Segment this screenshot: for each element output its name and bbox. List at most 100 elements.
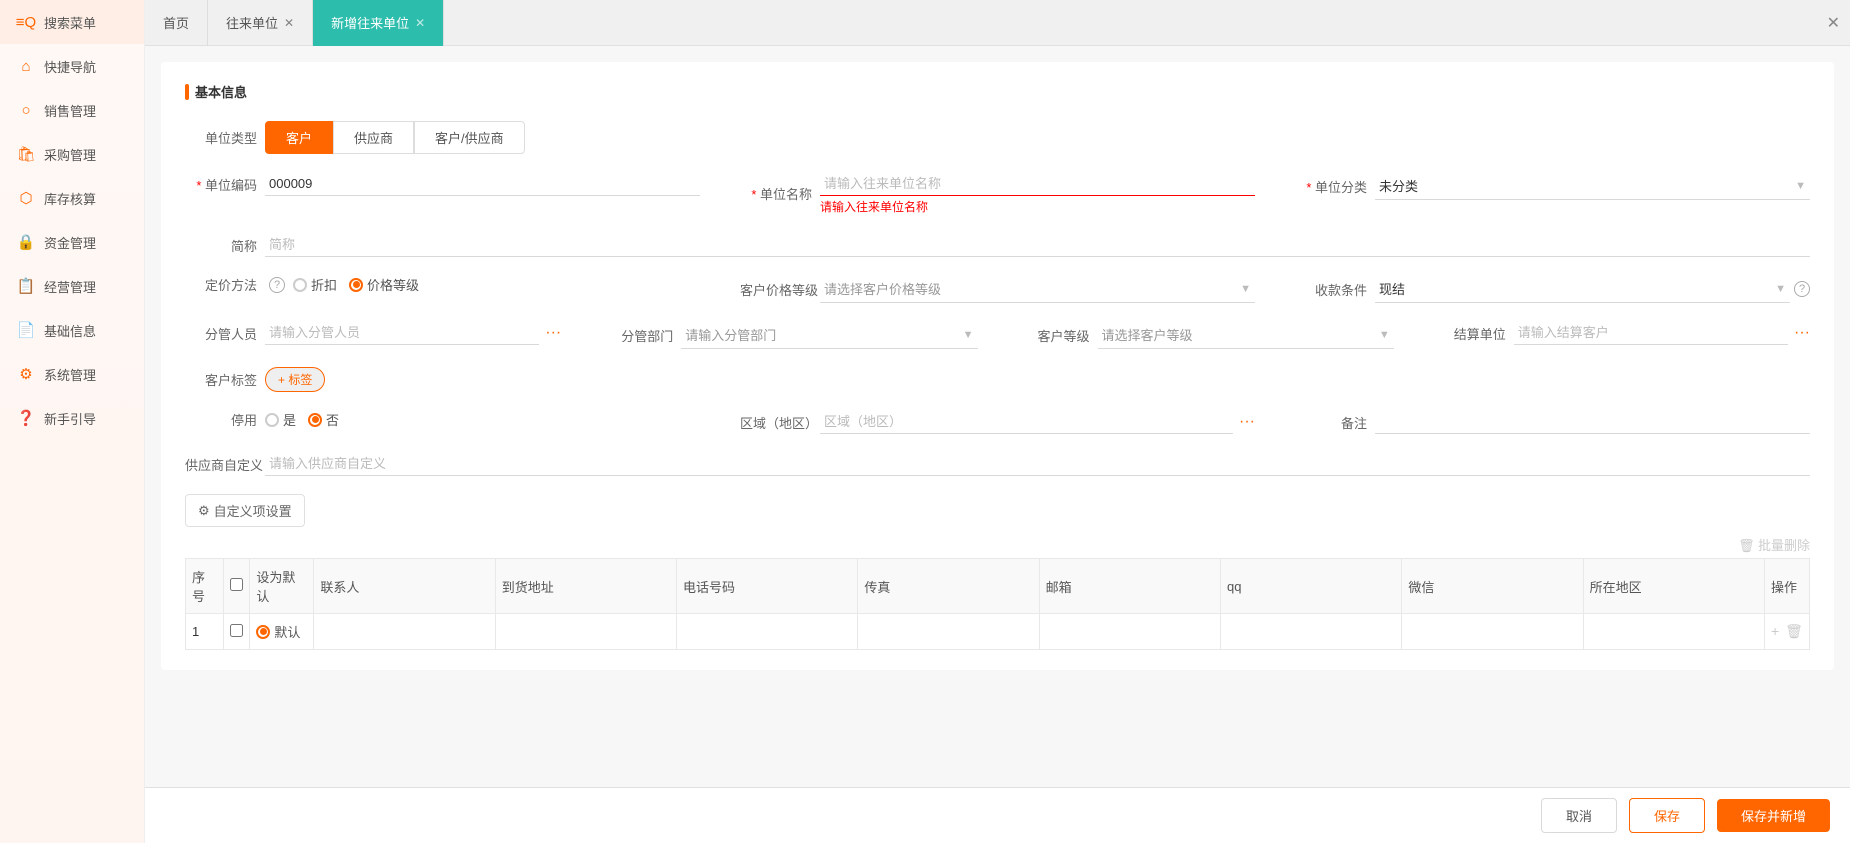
sidebar-item-finance[interactable]: 🔒 资金管理 — [0, 220, 144, 264]
sidebar-item-label: 库存核算 — [44, 189, 96, 208]
batch-delete-label: 批量删除 — [1758, 538, 1810, 553]
col-address: 到货地址 — [495, 559, 676, 614]
form-content: 基本信息 单位类型 客户 供应商 客户/供应商 单位编码 单位名称 — [145, 46, 1850, 787]
tab-new-partner-close[interactable]: ✕ — [415, 16, 425, 30]
tab-home[interactable]: 首页 — [145, 0, 208, 46]
btn-supplier[interactable]: 供应商 — [333, 121, 414, 154]
field-department: 分管部门 请输入分管部门 ▼ — [601, 321, 977, 349]
customer-price-level-select[interactable]: 请选择客户价格等级 ▼ — [820, 275, 1255, 303]
supplier-custom-input[interactable] — [265, 452, 1810, 476]
sidebar-item-sales[interactable]: ○ 销售管理 — [0, 88, 144, 132]
field-unit-name: 单位名称 请输入往来单位名称 — [740, 172, 1255, 215]
unit-category-select[interactable]: 未分类 ▼ — [1375, 172, 1810, 200]
region-input[interactable] — [820, 410, 1233, 434]
manager-input[interactable] — [265, 321, 539, 345]
close-all-tabs-icon[interactable]: ✕ — [1827, 13, 1840, 33]
sidebar-item-label: 搜索菜单 — [44, 13, 96, 32]
select-all-checkbox[interactable] — [230, 578, 243, 591]
settlement-unit-more-icon[interactable]: ··· — [1794, 324, 1810, 342]
cell-default: 默认 — [250, 614, 314, 650]
tab-new-partner[interactable]: 新增往来单位 ✕ — [313, 0, 444, 46]
sidebar-item-label: 新手引导 — [44, 409, 96, 428]
remark-input[interactable] — [1375, 410, 1810, 434]
pricing-help-icon[interactable]: ? — [269, 277, 285, 293]
sidebar-item-shortcut[interactable]: ⌂ 快捷导航 — [0, 44, 144, 88]
table-body: 1 默认 — [186, 614, 1810, 650]
radio-yes-circle — [265, 413, 279, 427]
field-tags: 客户标签 + 标签 — [185, 367, 1810, 392]
region-more-icon[interactable]: ··· — [1239, 413, 1255, 431]
section-title-bar — [185, 84, 189, 100]
manager-more-icon[interactable]: ··· — [545, 324, 561, 342]
sidebar-item-basic[interactable]: 📄 基础信息 — [0, 308, 144, 352]
sidebar-item-label: 采购管理 — [44, 145, 96, 164]
field-manager: 分管人员 ··· — [185, 321, 561, 345]
row-disabled-region: 停用 是 否 区域（地区） ··· — [185, 410, 1810, 434]
phone-input[interactable] — [683, 624, 851, 639]
sidebar-item-operation[interactable]: 📋 经营管理 — [0, 264, 144, 308]
radio-yes[interactable]: 是 — [265, 410, 296, 429]
row-pricing: 定价方法 ? 折扣 价格等级 客户价格等级 — [185, 275, 1810, 303]
btn-both[interactable]: 客户/供应商 — [414, 121, 525, 154]
email-input[interactable] — [1046, 624, 1214, 639]
payment-terms-value: 现结 — [1379, 279, 1771, 298]
save-button[interactable]: 保存 — [1629, 798, 1705, 833]
cell-contact — [314, 614, 495, 650]
customer-price-level-placeholder: 请选择客户价格等级 — [824, 279, 1236, 298]
field-supplier-custom: 供应商自定义 — [185, 452, 1810, 476]
col-contact: 联系人 — [314, 559, 495, 614]
radio-discount[interactable]: 折扣 — [293, 275, 337, 294]
contact-input[interactable] — [320, 624, 488, 639]
qq-input[interactable] — [1227, 624, 1395, 639]
section-title-text: 基本信息 — [195, 82, 247, 101]
btn-customer[interactable]: 客户 — [265, 121, 333, 154]
unit-code-input[interactable] — [265, 172, 700, 196]
payment-terms-help-icon[interactable]: ? — [1794, 281, 1810, 297]
batch-delete-button[interactable]: 🗑 批量删除 — [1738, 535, 1810, 554]
settlement-unit-input[interactable] — [1514, 321, 1788, 345]
payment-terms-label: 收款条件 — [1295, 280, 1367, 299]
unit-name-label: 单位名称 — [740, 184, 812, 203]
cell-checkbox — [224, 614, 250, 650]
inventory-icon: ⬡ — [16, 188, 36, 208]
add-row-icon[interactable]: + — [1771, 623, 1779, 640]
sidebar-item-inventory[interactable]: ⬡ 库存核算 — [0, 176, 144, 220]
add-tag-button[interactable]: + 标签 — [265, 367, 325, 392]
contact-table: 序号 设为默认 联系人 到货地址 电话号码 传真 邮箱 qq 微信 所在地区 操… — [185, 558, 1810, 650]
unit-name-input[interactable] — [820, 172, 1255, 196]
sidebar-item-label: 经营管理 — [44, 277, 96, 296]
row-tags: 客户标签 + 标签 — [185, 367, 1810, 392]
address-input[interactable] — [502, 624, 670, 639]
custom-settings-button[interactable]: ⚙ 自定义项设置 — [185, 494, 305, 527]
tab-partner-close[interactable]: ✕ — [284, 16, 294, 30]
delete-row-icon[interactable]: 🗑 — [1785, 623, 1803, 640]
customer-level-select[interactable]: 请选择客户等级 ▼ — [1098, 321, 1394, 349]
unit-category-value: 未分类 — [1379, 176, 1791, 195]
purchase-icon: 🛍 — [16, 144, 36, 164]
department-select[interactable]: 请输入分管部门 ▼ — [681, 321, 977, 349]
sidebar-item-guide[interactable]: ❓ 新手引导 — [0, 396, 144, 440]
sidebar-item-label: 销售管理 — [44, 101, 96, 120]
unit-category-label: 单位分类 — [1295, 177, 1367, 196]
col-action: 操作 — [1764, 559, 1809, 614]
sidebar-item-search[interactable]: ≡Q 搜索菜单 — [0, 0, 144, 44]
short-name-input[interactable] — [265, 233, 1810, 257]
sidebar-item-system[interactable]: ⚙ 系统管理 — [0, 352, 144, 396]
cancel-button[interactable]: 取消 — [1541, 798, 1617, 833]
cell-action: + 🗑 — [1764, 614, 1809, 650]
cell-fax — [858, 614, 1039, 650]
sidebar-item-purchase[interactable]: 🛍 采购管理 — [0, 132, 144, 176]
row-checkbox[interactable] — [230, 624, 243, 637]
unit-name-error: 请输入往来单位名称 — [820, 198, 1255, 215]
radio-no[interactable]: 否 — [308, 410, 339, 429]
fax-input[interactable] — [864, 624, 1032, 639]
wechat-input[interactable] — [1408, 624, 1576, 639]
radio-default[interactable]: 默认 — [256, 622, 307, 641]
batch-delete-icon: 🗑 — [1738, 538, 1755, 553]
tab-partner[interactable]: 往来单位 ✕ — [208, 0, 313, 46]
region-cell-input[interactable] — [1590, 624, 1758, 639]
payment-terms-select[interactable]: 现结 ▼ — [1375, 275, 1790, 303]
radio-price-level[interactable]: 价格等级 — [349, 275, 419, 294]
save-and-new-button[interactable]: 保存并新增 — [1717, 799, 1830, 832]
radio-discount-circle — [293, 278, 307, 292]
